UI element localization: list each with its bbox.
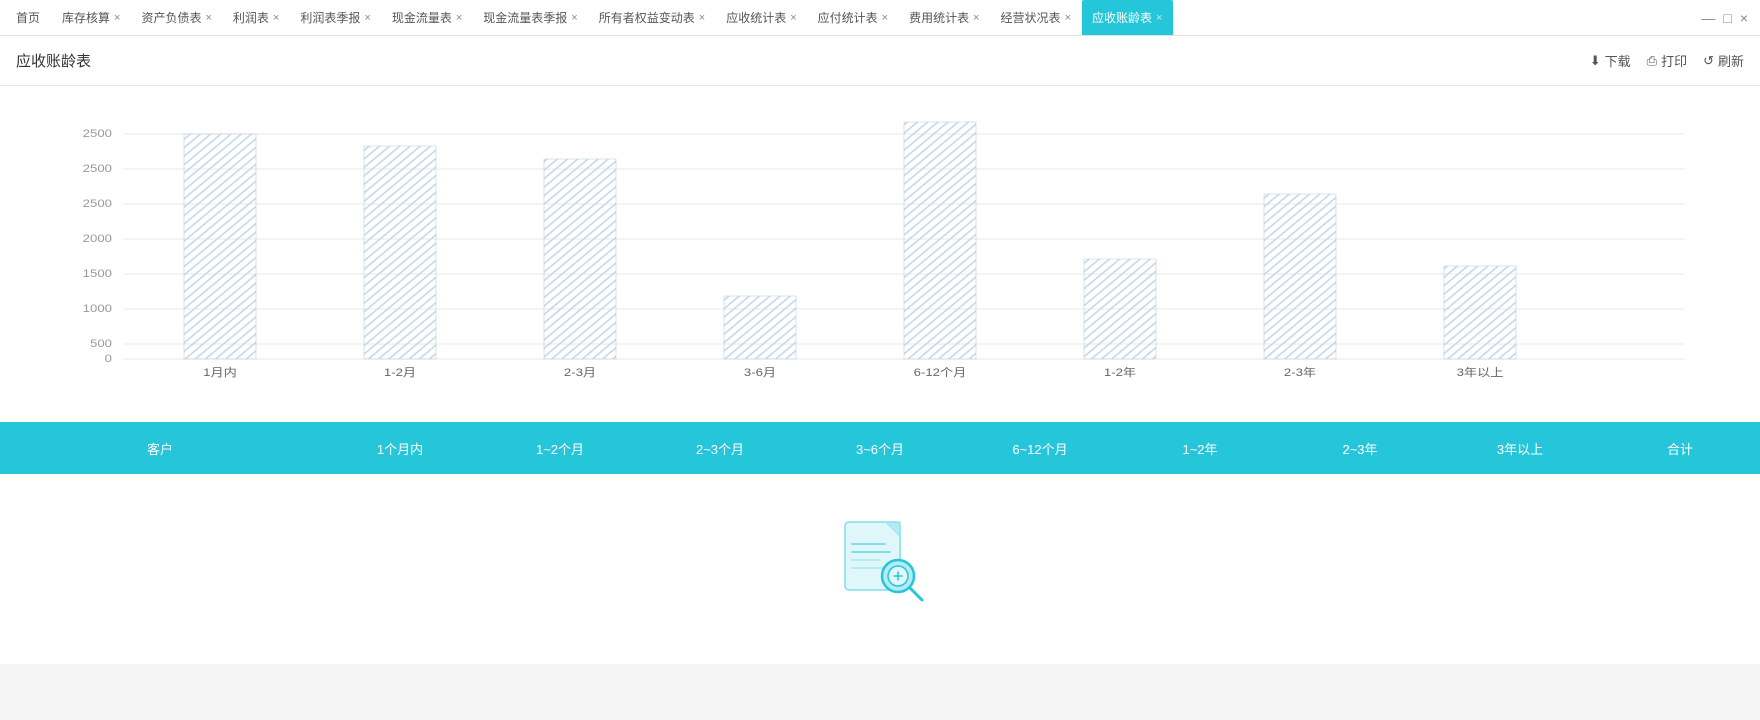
tab-expense[interactable]: 费用统计表 × (899, 0, 990, 36)
svg-text:2500: 2500 (83, 162, 113, 175)
tab-balance[interactable]: 资产负债表 × (131, 0, 222, 36)
tab-ar-stats-label: 应收统计表 (726, 9, 786, 26)
svg-text:2500: 2500 (83, 197, 113, 210)
tab-operation-close[interactable]: × (1065, 12, 1071, 24)
tab-profit-quarterly-close[interactable]: × (364, 12, 370, 24)
main-content: 2500 2500 2500 2000 1500 1000 500 0 (0, 86, 1760, 664)
empty-illustration (830, 514, 930, 604)
svg-text:2-3年: 2-3年 (1284, 366, 1316, 379)
tab-inventory-label: 库存核算 (62, 9, 110, 26)
svg-text:1500: 1500 (83, 267, 113, 280)
refresh-button[interactable]: ↺ 刷新 (1703, 51, 1744, 70)
header-actions: ⬇ 下载 ⎙ 打印 ↺ 刷新 (1590, 51, 1744, 70)
page-title: 应收账龄表 (16, 50, 91, 71)
tab-ap-stats[interactable]: 应付统计表 × (808, 0, 899, 36)
minimize-icon[interactable]: — (1701, 10, 1715, 26)
tab-ar-stats[interactable]: 应收统计表 × (716, 0, 807, 36)
svg-text:2000: 2000 (83, 232, 113, 245)
bar-chart: 2500 2500 2500 2000 1500 1000 500 0 (40, 114, 1720, 394)
chart-container: 2500 2500 2500 2000 1500 1000 500 0 (40, 114, 1720, 394)
col-1-2month: 1~2个月 (480, 439, 640, 458)
tab-equity[interactable]: 所有者权益变动表 × (589, 0, 716, 36)
tab-operation[interactable]: 经营状况表 × (991, 0, 1082, 36)
tab-cashflow-quarterly-close[interactable]: × (571, 12, 577, 24)
col-2-3year: 2~3年 (1280, 439, 1440, 458)
col-6-12month: 6~12个月 (960, 439, 1120, 458)
tab-cashflow-quarterly-label: 现金流量表季报 (483, 9, 567, 26)
print-button[interactable]: ⎙ 打印 (1647, 51, 1687, 70)
tab-equity-label: 所有者权益变动表 (599, 9, 695, 26)
tab-inventory[interactable]: 库存核算 × (52, 0, 131, 36)
tab-ap-stats-label: 应付统计表 (818, 9, 878, 26)
page-header: 应收账龄表 ⬇ 下载 ⎙ 打印 ↺ 刷新 (0, 36, 1760, 86)
print-icon: ⎙ (1647, 53, 1657, 69)
tab-cashflow[interactable]: 现金流量表 × (382, 0, 473, 36)
close-window-icon[interactable]: × (1740, 10, 1748, 26)
tab-cashflow-label: 现金流量表 (392, 9, 452, 26)
svg-text:2500: 2500 (83, 127, 113, 140)
svg-text:6-12个月: 6-12个月 (914, 366, 967, 379)
col-customer: 客户 (0, 439, 320, 458)
col-1month: 1个月内 (320, 439, 480, 458)
chart-area: 2500 2500 2500 2000 1500 1000 500 0 (0, 98, 1760, 414)
tab-ar-aging[interactable]: 应收账龄表 × (1082, 0, 1173, 36)
svg-text:1000: 1000 (83, 302, 113, 315)
maximize-icon[interactable]: □ (1723, 10, 1731, 26)
tab-balance-close[interactable]: × (205, 12, 211, 24)
refresh-icon: ↺ (1703, 53, 1714, 69)
tab-bar: 首页 库存核算 × 资产负债表 × 利润表 × 利润表季报 × 现金流量表 × … (0, 0, 1760, 36)
tab-balance-label: 资产负债表 (141, 9, 201, 26)
tab-expense-label: 费用统计表 (909, 9, 969, 26)
tab-ar-stats-close[interactable]: × (790, 12, 796, 24)
tab-ap-stats-close[interactable]: × (882, 12, 888, 24)
tab-ar-aging-label: 应收账龄表 (1092, 9, 1152, 26)
refresh-label: 刷新 (1718, 51, 1744, 70)
table-header: 客户 1个月内 1~2个月 2~3个月 3~6个月 6~12个月 1~2年 2~… (0, 422, 1760, 474)
svg-text:2-3月: 2-3月 (564, 366, 596, 379)
tab-profit-quarterly-label: 利润表季报 (300, 9, 360, 26)
col-3-6month: 3~6个月 (800, 439, 960, 458)
download-icon: ⬇ (1590, 53, 1601, 69)
empty-icon (830, 514, 930, 604)
download-button[interactable]: ⬇ 下载 (1590, 51, 1631, 70)
tab-equity-close[interactable]: × (699, 12, 705, 24)
tab-profit[interactable]: 利润表 × (223, 0, 290, 36)
tab-ar-aging-close[interactable]: × (1156, 12, 1162, 24)
empty-state (0, 474, 1760, 664)
svg-text:3年以上: 3年以上 (1457, 366, 1504, 379)
col-total: 合计 (1600, 439, 1760, 458)
tab-cashflow-close[interactable]: × (456, 12, 462, 24)
tab-profit-close[interactable]: × (273, 12, 279, 24)
download-label: 下载 (1605, 51, 1631, 70)
col-3plus-year: 3年以上 (1440, 439, 1600, 458)
svg-text:1-2月: 1-2月 (384, 366, 416, 379)
tab-expense-close[interactable]: × (973, 12, 979, 24)
tab-profit-label: 利润表 (233, 9, 269, 26)
print-label: 打印 (1661, 51, 1687, 70)
tab-operation-label: 经营状况表 (1001, 9, 1061, 26)
svg-text:0: 0 (105, 352, 113, 365)
tab-home[interactable]: 首页 (4, 9, 52, 26)
tab-cashflow-quarterly[interactable]: 现金流量表季报 × (473, 0, 588, 36)
col-2-3month: 2~3个月 (640, 439, 800, 458)
window-controls: — □ × (1693, 10, 1756, 26)
tab-inventory-close[interactable]: × (114, 12, 120, 24)
tab-profit-quarterly[interactable]: 利润表季报 × (290, 0, 381, 36)
svg-text:500: 500 (90, 337, 112, 350)
col-1-2year: 1~2年 (1120, 439, 1280, 458)
svg-text:1-2年: 1-2年 (1104, 366, 1136, 379)
svg-text:1月内: 1月内 (203, 366, 237, 379)
svg-text:3-6月: 3-6月 (744, 366, 776, 379)
